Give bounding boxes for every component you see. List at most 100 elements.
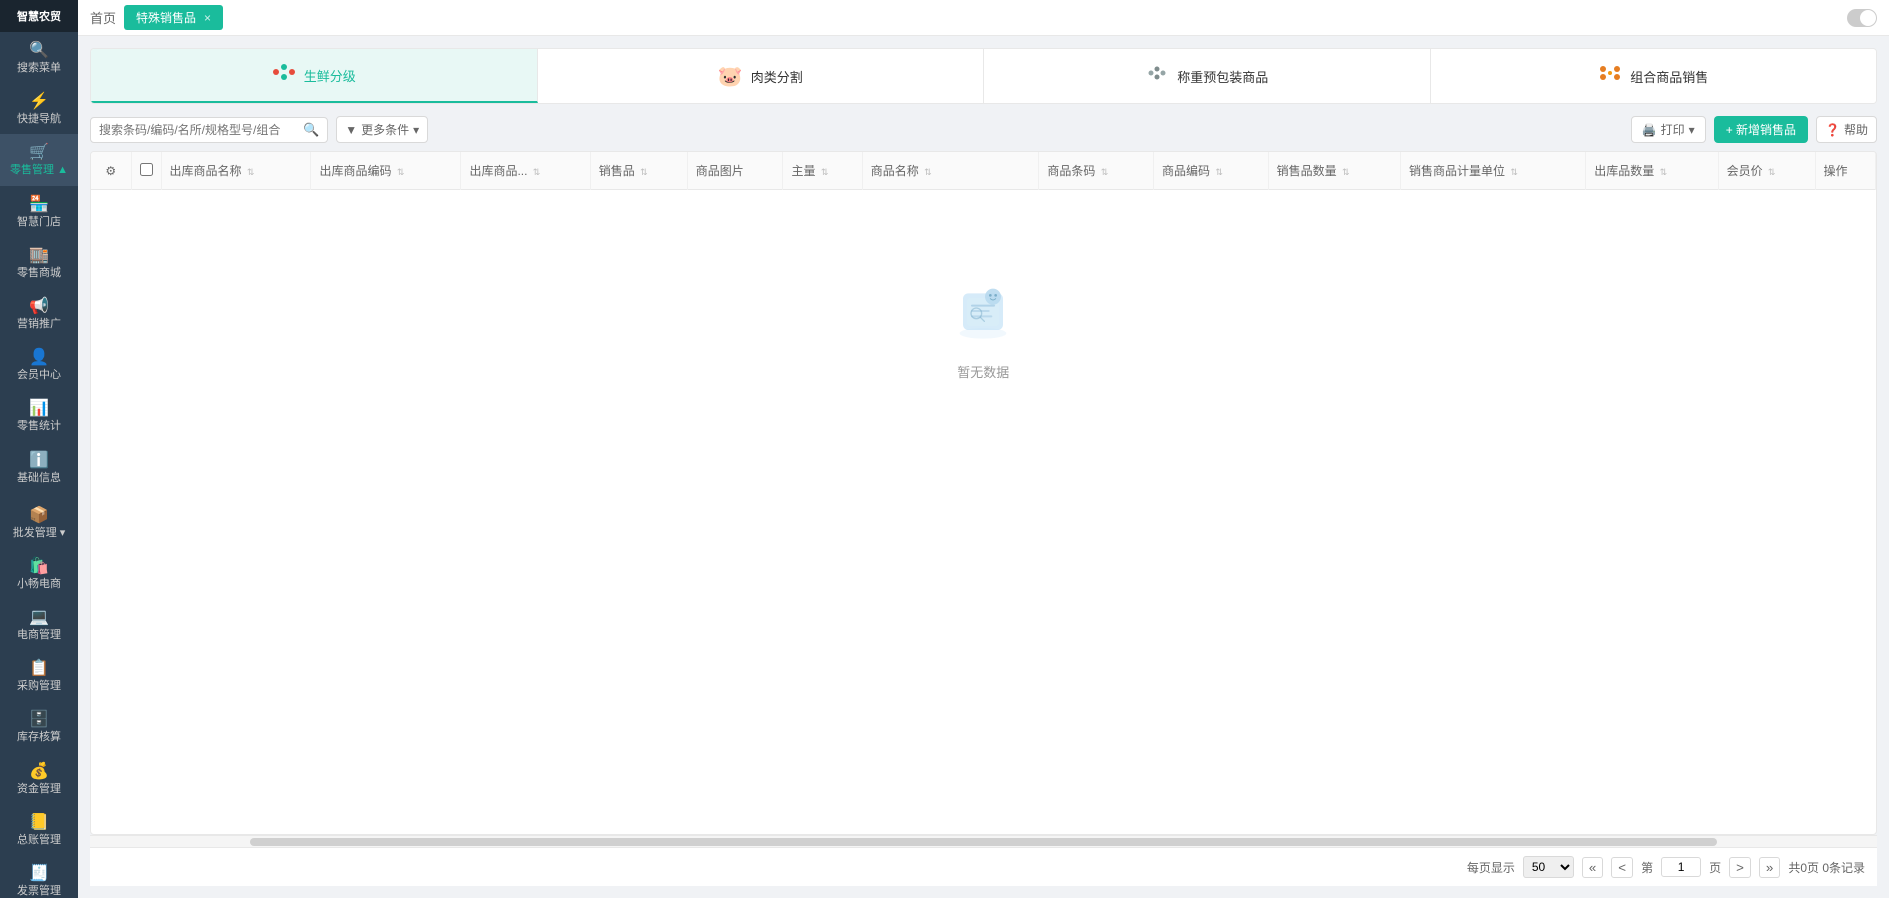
select-all-checkbox[interactable] — [140, 163, 153, 176]
search-icon: 🔍 — [29, 40, 49, 60]
mall-icon: 🏬 — [29, 245, 49, 265]
page-suffix: 页 — [1709, 859, 1721, 876]
sidebar-item-smartstore[interactable]: 🏪 智慧门店 — [0, 186, 78, 237]
fresh-grade-icon — [272, 63, 296, 87]
home-link[interactable]: 首页 — [90, 8, 116, 27]
search-icon[interactable]: 🔍 — [303, 122, 319, 138]
per-page-select[interactable]: 50 10 20 100 — [1523, 856, 1574, 878]
sidebar-item-label: 基础信息 — [17, 472, 61, 485]
sort-arrows-member-price: ⇅ — [1768, 167, 1776, 177]
th-goods-code[interactable]: 商品编码 ⇅ — [1154, 152, 1269, 190]
active-tab[interactable]: 特殊销售品 × — [124, 5, 223, 30]
sidebar-item-label: 批发管理 ▾ — [13, 527, 66, 540]
sidebar-item-quicknav[interactable]: ⚡ 快捷导航 — [0, 83, 78, 134]
th-checkbox[interactable] — [131, 152, 161, 190]
book-icon: 📒 — [29, 812, 49, 832]
sidebar-logo: 智慧农贸 — [0, 0, 78, 32]
first-page-button[interactable]: « — [1582, 857, 1603, 878]
tab-weight-pack-label: 称重预包装商品 — [1177, 67, 1268, 86]
sidebar-item-member[interactable]: 👤 会员中心 — [0, 339, 78, 390]
page-input[interactable] — [1661, 857, 1701, 877]
sidebar-item-finance[interactable]: 💰 资金管理 — [0, 753, 78, 804]
sidebar-item-basicinfo1[interactable]: ℹ️ 基础信息 — [0, 442, 78, 493]
th-sale-qty[interactable]: 销售品数量 ⇅ — [1268, 152, 1400, 190]
tab-weight-pack[interactable]: 称重预包装商品 — [984, 49, 1431, 103]
th-sale-item[interactable]: 销售品 ⇅ — [590, 152, 687, 190]
sidebar-item-label: 小畅电商 — [17, 578, 61, 591]
sidebar-item-label: 会员中心 — [17, 369, 61, 382]
th-out-name[interactable]: 出库商品名称 ⇅ — [161, 152, 311, 190]
th-gear[interactable]: ⚙ — [91, 152, 131, 190]
page-content: 生鲜分级 🐷 肉类分割 称重预包装商品 组合商品销售 — [78, 36, 1889, 898]
help-button[interactable]: ❓ 帮助 — [1816, 116, 1877, 143]
th-member-price[interactable]: 会员价 ⇅ — [1718, 152, 1815, 190]
sidebar-item-microshop[interactable]: 🛍️ 小畅电商 — [0, 548, 78, 599]
active-tab-label: 特殊销售品 — [136, 9, 196, 26]
clipboard-icon: 📋 — [29, 658, 49, 678]
topbar: 首页 特殊销售品 × — [78, 0, 1889, 36]
sidebar-item-inventory[interactable]: 🗄️ 库存核算 — [0, 701, 78, 752]
sidebar-item-invoice[interactable]: 🧾 发票管理 — [0, 855, 78, 898]
sidebar-item-retailmall[interactable]: 🏬 零售商城 — [0, 237, 78, 288]
tabs-row: 生鲜分级 🐷 肉类分割 称重预包装商品 组合商品销售 — [90, 48, 1877, 104]
print-button[interactable]: 🖨️ 打印 ▾ — [1631, 116, 1706, 143]
sidebar-item-label: 营销推广 — [17, 318, 61, 331]
sidebar-item-retail[interactable]: 🛒 零售管理 ▲ — [0, 134, 78, 185]
sidebar-item-marketing[interactable]: 📢 营销推广 — [0, 288, 78, 339]
th-img[interactable]: 商品图片 — [687, 152, 783, 190]
th-out-spec[interactable]: 出库商品... ⇅ — [461, 152, 590, 190]
toolbar: 🔍 ▼ 更多条件 ▾ 🖨️ 打印 ▾ + 新增销售品 ❓ 帮助 — [90, 116, 1877, 143]
th-goods-name[interactable]: 商品名称 ⇅ — [862, 152, 1039, 190]
main-content: 首页 特殊销售品 × 生鲜分级 🐷 肉类分割 — [78, 0, 1889, 898]
filter-button[interactable]: ▼ 更多条件 ▾ — [336, 116, 428, 143]
sidebar-item-label: 零售商城 — [17, 267, 61, 280]
sidebar-item-label: 零售统计 — [17, 420, 61, 433]
sidebar-item-label: 搜索菜单 — [17, 62, 61, 75]
sort-arrows-out-spec: ⇅ — [533, 167, 541, 177]
sort-arrows-goods-name: ⇅ — [924, 167, 932, 177]
filter-arrow-icon: ▾ — [413, 123, 419, 137]
sidebar-item-label: 电商管理 — [17, 629, 61, 642]
weight-pack-icon — [1145, 64, 1169, 88]
sort-arrows-out-name: ⇅ — [247, 167, 255, 177]
prev-page-button[interactable]: < — [1611, 857, 1633, 878]
th-main[interactable]: 主量 ⇅ — [783, 152, 862, 190]
sidebar-item-purchase[interactable]: 📋 采购管理 — [0, 650, 78, 701]
sidebar-item-label: 智慧门店 — [17, 216, 61, 229]
bottom-scrollbar[interactable] — [90, 835, 1877, 847]
per-page-label: 每页显示 — [1467, 859, 1515, 876]
scrollbar-thumb[interactable] — [250, 838, 1717, 846]
flash-icon: ⚡ — [29, 91, 49, 111]
th-out-code[interactable]: 出库商品编码 ⇅ — [311, 152, 461, 190]
sidebar-item-ledger[interactable]: 📒 总账管理 — [0, 804, 78, 855]
print-arrow-icon: ▾ — [1689, 123, 1695, 137]
sidebar-item-label: 资金管理 — [17, 783, 61, 796]
print-label: 打印 — [1661, 121, 1685, 138]
tab-meat-cut[interactable]: 🐷 肉类分割 — [538, 49, 985, 103]
tab-fresh-grade[interactable]: 生鲜分级 — [91, 49, 538, 103]
th-barcode[interactable]: 商品条码 ⇅ — [1039, 152, 1154, 190]
last-page-button[interactable]: » — [1759, 857, 1780, 878]
user-icon: 👤 — [29, 347, 49, 367]
sidebar-item-retailstats[interactable]: 📊 零售统计 — [0, 390, 78, 441]
toggle-switch[interactable] — [1847, 9, 1877, 27]
add-sales-button[interactable]: + 新增销售品 — [1714, 116, 1808, 143]
th-out-qty[interactable]: 出库品数量 ⇅ — [1586, 152, 1718, 190]
search-box[interactable]: 🔍 — [90, 117, 328, 143]
sidebar-item-ecommerce[interactable]: 💻 电商管理 — [0, 599, 78, 650]
info-icon: ℹ️ — [29, 450, 49, 470]
filter-icon: ▼ — [345, 123, 357, 137]
sidebar-item-wholesale[interactable]: 📦 批发管理 ▾ — [0, 497, 78, 548]
sidebar-item-label: 总账管理 — [17, 834, 61, 847]
th-sale-unit[interactable]: 销售商品计量单位 ⇅ — [1400, 152, 1585, 190]
meat-cut-icon: 🐷 — [718, 64, 743, 89]
toolbar-right: 🖨️ 打印 ▾ + 新增销售品 ❓ 帮助 — [1631, 116, 1877, 143]
sidebar-item-search[interactable]: 🔍 搜索菜单 — [0, 32, 78, 83]
cart-icon: 🛒 — [29, 142, 49, 162]
search-input[interactable] — [99, 123, 299, 137]
data-table: ⚙ 出库商品名称 ⇅ 出库商品编码 ⇅ 出库商品 — [91, 152, 1876, 461]
tab-close-icon[interactable]: × — [204, 11, 211, 25]
sidebar: 智慧农贸 🔍 搜索菜单 ⚡ 快捷导航 🛒 零售管理 ▲ 🏪 智慧门店 🏬 零售商… — [0, 0, 78, 898]
tab-combo[interactable]: 组合商品销售 — [1431, 49, 1877, 103]
next-page-button[interactable]: > — [1729, 857, 1751, 878]
